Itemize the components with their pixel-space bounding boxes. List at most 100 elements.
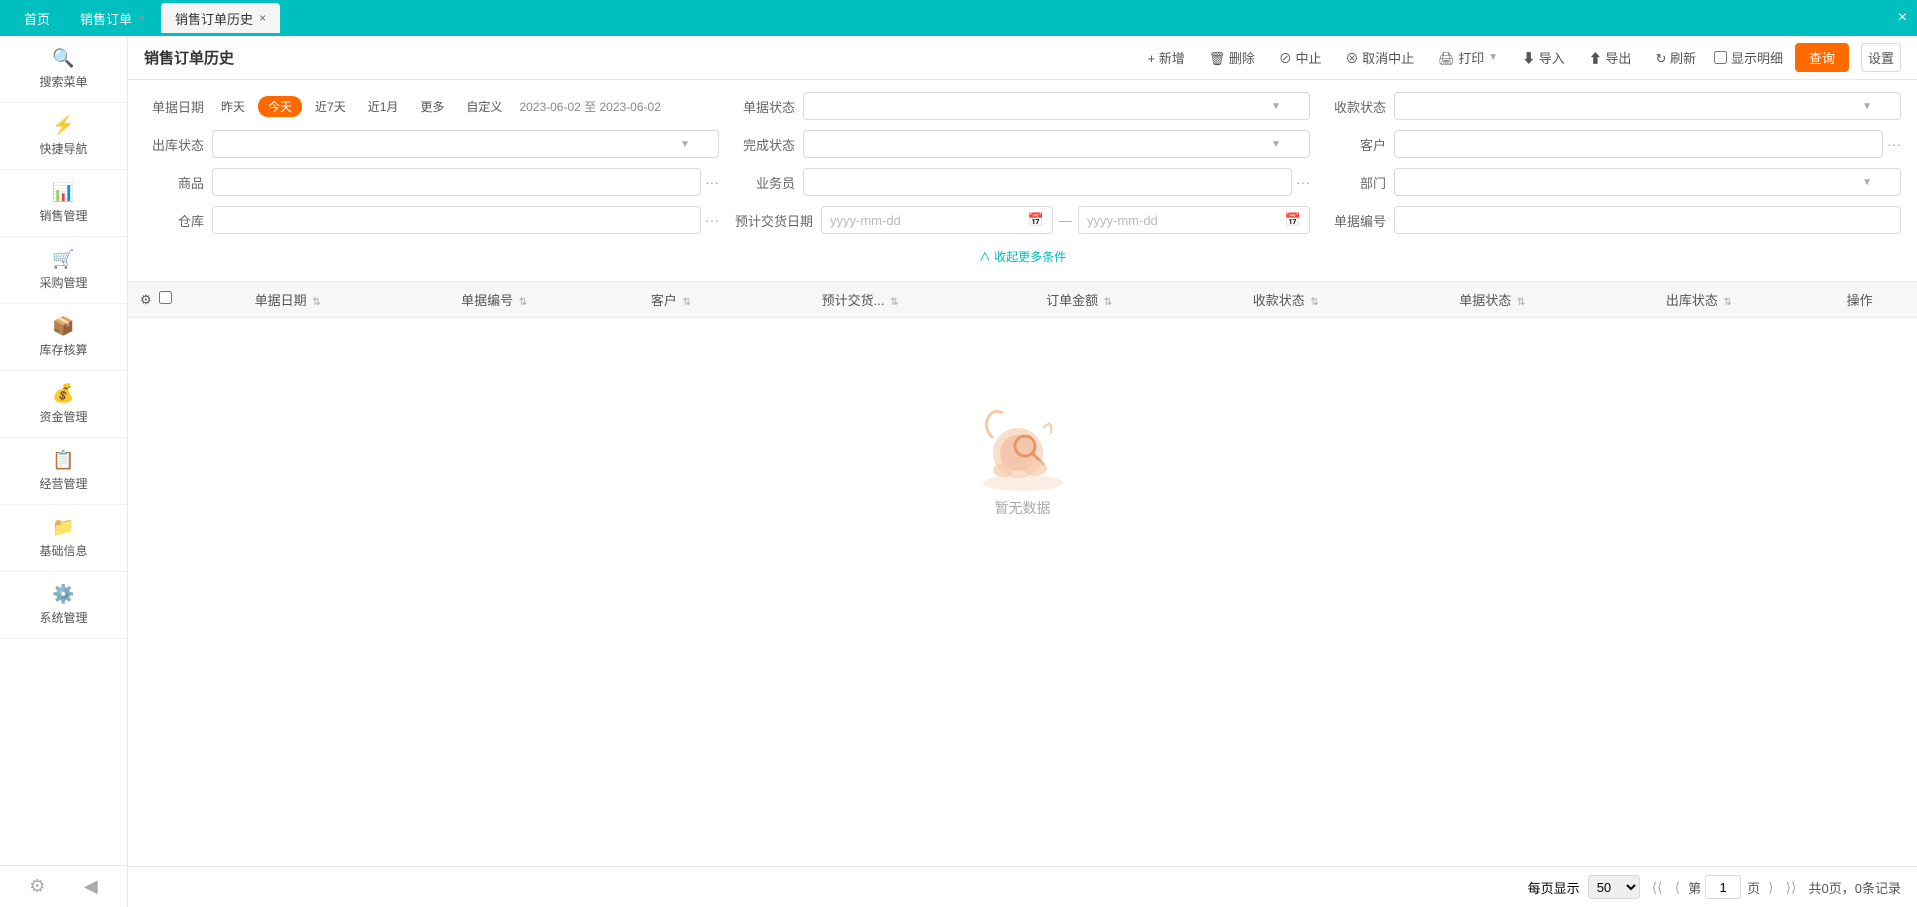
table-col-out-status[interactable]: 出库状态 ⇅: [1596, 282, 1803, 318]
pagination: ⟨⟨ ⟨ 第 页 ⟩ ⟩⟩: [1648, 875, 1801, 899]
sales-icon: 📊: [52, 182, 74, 203]
sidebar-item-capital-mgmt[interactable]: 💰 资金管理: [0, 371, 127, 438]
table-col-payment-status[interactable]: 收款状态 ⇅: [1182, 282, 1389, 318]
sidebar-item-sys-mgmt[interactable]: ⚙️ 系统管理: [0, 572, 127, 639]
sidebar-item-inventory[interactable]: 📦 库存核算: [0, 304, 127, 371]
tab-sales-order[interactable]: 销售订单 ×: [66, 3, 159, 33]
print-button[interactable]: 🖨 打印 ▼: [1432, 44, 1504, 71]
calendar-end-icon: 📅: [1285, 212, 1301, 228]
goods-input[interactable]: [212, 168, 701, 196]
close-sales-order-tab[interactable]: ×: [138, 11, 145, 25]
bill-status-label: 单据状态: [735, 97, 795, 116]
table-col-number[interactable]: 单据编号 ⇅: [391, 282, 598, 318]
customer-filter-group: 客户 ···: [1326, 130, 1901, 158]
operation-icon: 📋: [52, 450, 74, 471]
display-detail-checkbox[interactable]: [1714, 51, 1727, 64]
next-page-btn[interactable]: ⟩: [1764, 877, 1777, 898]
table-col-customer[interactable]: 客户 ⇅: [597, 282, 744, 318]
window-close-button[interactable]: ×: [1898, 9, 1907, 27]
sidebar-item-purchase-mgmt[interactable]: 🛒 采购管理: [0, 237, 127, 304]
cancel-stop-button[interactable]: ⊗ 取消中止: [1340, 44, 1421, 71]
date-7days-btn[interactable]: 近7天: [306, 95, 355, 118]
payment-status-label: 收款状态: [1326, 97, 1386, 116]
bill-number-input[interactable]: [1394, 206, 1901, 234]
sort-amount-icon: ⇅: [1104, 297, 1112, 308]
content-area: 销售订单历史 + 新增 🗑 删除 ⊘ 中止 ⊗ 取消中止 🖨 打印 ▼: [128, 36, 1917, 907]
date-more-btn[interactable]: 更多: [411, 95, 453, 118]
warehouse-input[interactable]: [212, 206, 701, 234]
delivery-date-start-input[interactable]: yyyy-mm-dd 📅: [821, 206, 1053, 234]
sidebar-item-sales-mgmt[interactable]: 📊 销售管理: [0, 170, 127, 237]
sidebar-collapse-icon[interactable]: ◀: [84, 876, 98, 897]
complete-status-arrow: ▼: [1271, 139, 1281, 150]
query-button[interactable]: 查询: [1795, 43, 1849, 72]
sidebar-item-operation-mgmt[interactable]: 📋 经营管理: [0, 438, 127, 505]
dept-arrow: ▼: [1862, 177, 1872, 188]
customer-input[interactable]: [1394, 130, 1883, 158]
date-custom-btn[interactable]: 自定义: [457, 95, 511, 118]
payment-status-select[interactable]: ▼: [1394, 92, 1901, 120]
calendar-icon: 📅: [1028, 212, 1044, 228]
out-status-label: 出库状态: [144, 135, 204, 154]
sidebar-item-search-menu[interactable]: 🔍 搜索菜单: [0, 36, 127, 103]
dept-select[interactable]: ▼: [1394, 168, 1901, 196]
per-page-label: 每页显示: [1528, 878, 1580, 897]
bill-number-label: 单据编号: [1326, 211, 1386, 230]
total-info: 共0页，0条记录: [1809, 878, 1901, 897]
page-size-select[interactable]: 10 20 50 100: [1588, 875, 1640, 899]
sort-bill-icon: ⇅: [1517, 297, 1525, 308]
delivery-date-end-input[interactable]: yyyy-mm-dd 📅: [1078, 206, 1310, 234]
table-settings-header[interactable]: ⚙: [128, 282, 184, 318]
date-1month-btn[interactable]: 近1月: [359, 95, 408, 118]
stop-button[interactable]: ⊘ 中止: [1273, 44, 1328, 71]
bill-status-filter-group: 单据状态 ▼: [735, 92, 1310, 120]
data-table: ⚙ 单据日期 ⇅ 单据编号 ⇅ 客户 ⇅: [128, 282, 1917, 318]
tab-home[interactable]: 首页: [10, 3, 64, 33]
table-col-date[interactable]: 单据日期 ⇅: [184, 282, 391, 318]
prev-page-btn[interactable]: ⟨: [1671, 877, 1684, 898]
last-page-btn[interactable]: ⟩⟩: [1782, 877, 1801, 898]
sidebar-item-basic-info[interactable]: 📁 基础信息: [0, 505, 127, 572]
sidebar-settings-icon[interactable]: ⚙: [29, 876, 45, 897]
settings-button[interactable]: 设置: [1861, 43, 1901, 72]
date-today-btn[interactable]: 今天: [258, 96, 302, 117]
sales-rep-ellipsis-btn[interactable]: ···: [1296, 174, 1310, 190]
dept-label: 部门: [1326, 173, 1386, 192]
customer-ellipsis-btn[interactable]: ···: [1887, 136, 1901, 152]
filter-area: 单据日期 昨天 今天 近7天 近1月 更多 自定义 2023-06-02 至 2…: [128, 80, 1917, 282]
close-history-tab[interactable]: ×: [259, 11, 266, 25]
display-detail-toggle[interactable]: 显示明细: [1714, 48, 1783, 67]
out-status-select[interactable]: ▼: [212, 130, 719, 158]
delete-button[interactable]: 🗑 删除: [1203, 44, 1261, 71]
date-yesterday-btn[interactable]: 昨天: [212, 95, 254, 118]
warehouse-ellipsis-btn[interactable]: ···: [705, 212, 719, 228]
bill-number-filter-group: 单据编号: [1326, 206, 1901, 234]
goods-ellipsis-btn[interactable]: ···: [705, 174, 719, 190]
page-label-after: 页: [1747, 878, 1760, 897]
select-all-checkbox[interactable]: [159, 291, 172, 304]
page-header: 销售订单历史 + 新增 🗑 删除 ⊘ 中止 ⊗ 取消中止 🖨 打印 ▼: [128, 36, 1917, 80]
table-col-bill-status[interactable]: 单据状态 ⇅: [1389, 282, 1596, 318]
sidebar-item-quick-nav[interactable]: ⚡ 快捷导航: [0, 103, 127, 170]
gear-icon[interactable]: ⚙: [140, 292, 152, 307]
bill-status-arrow: ▼: [1271, 101, 1281, 112]
collapse-bar[interactable]: ∧ 收起更多条件: [144, 244, 1901, 269]
complete-status-select[interactable]: ▼: [803, 130, 1310, 158]
table-col-amount[interactable]: 订单金额 ⇅: [976, 282, 1183, 318]
tab-sales-order-history[interactable]: 销售订单历史 ×: [161, 3, 280, 33]
import-button[interactable]: ⬇ 导入: [1516, 44, 1571, 71]
new-button[interactable]: + 新增: [1142, 44, 1191, 71]
table-col-delivery[interactable]: 预计交货... ⇅: [744, 282, 975, 318]
export-button[interactable]: ⬆ 导出: [1583, 44, 1638, 71]
table-area: ⚙ 单据日期 ⇅ 单据编号 ⇅ 客户 ⇅: [128, 282, 1917, 866]
page-label-before: 第: [1688, 878, 1701, 897]
complete-status-label: 完成状态: [735, 135, 795, 154]
refresh-button[interactable]: ↻ 刷新: [1649, 44, 1702, 71]
current-page-input[interactable]: [1705, 875, 1741, 899]
out-status-arrow: ▼: [680, 139, 690, 150]
footer: 每页显示 10 20 50 100 ⟨⟨ ⟨ 第 页 ⟩ ⟩⟩ 共0页，0条记录: [128, 866, 1917, 907]
bill-status-select[interactable]: ▼: [803, 92, 1310, 120]
complete-status-filter-group: 完成状态 ▼: [735, 130, 1310, 158]
first-page-btn[interactable]: ⟨⟨: [1648, 877, 1667, 898]
sales-rep-input[interactable]: [803, 168, 1292, 196]
